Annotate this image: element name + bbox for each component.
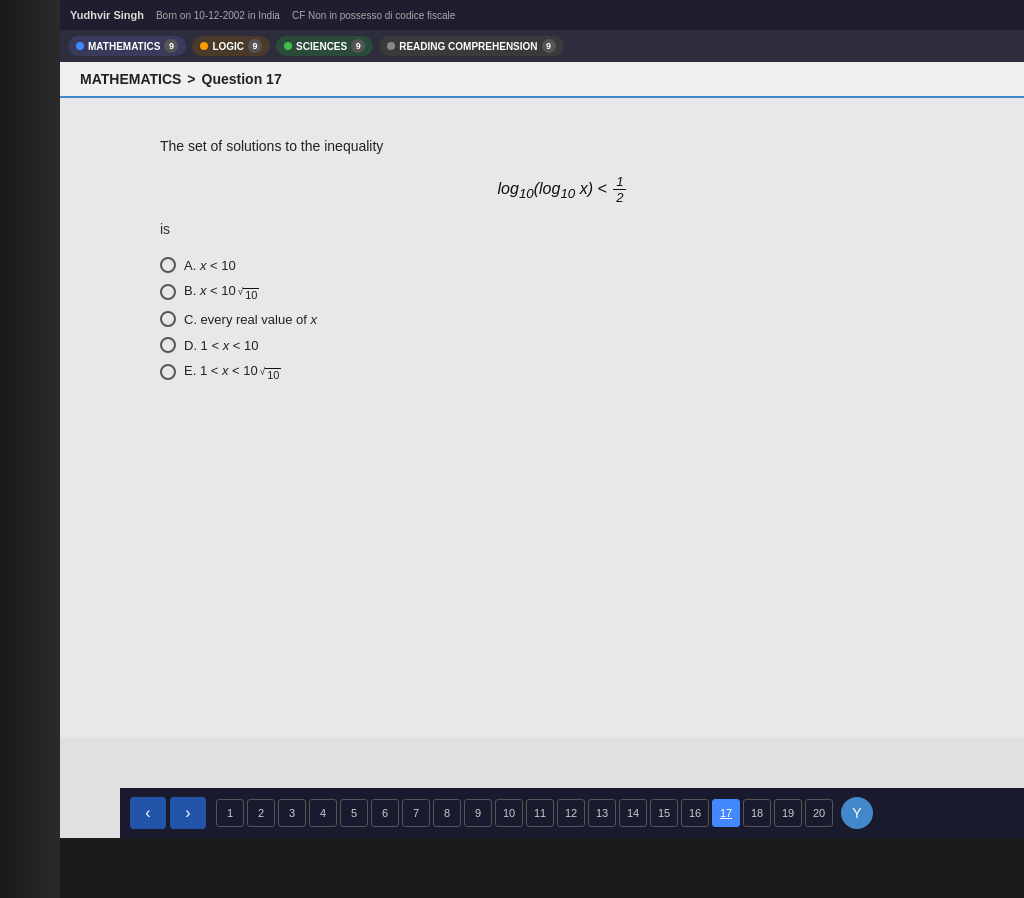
option-b[interactable]: B. x < 10√10 xyxy=(160,283,964,301)
page-btn-7[interactable]: 7 xyxy=(402,799,430,827)
page-btn-15[interactable]: 15 xyxy=(650,799,678,827)
left-bezel xyxy=(0,0,60,898)
option-c[interactable]: C. every real value of x xyxy=(160,311,964,327)
page-btn-11[interactable]: 11 xyxy=(526,799,554,827)
page-btn-1[interactable]: 1 xyxy=(216,799,244,827)
tab-mathematics[interactable]: MATHEMATICS 9 xyxy=(68,36,186,56)
tab-sciences[interactable]: SCIENCES 9 xyxy=(276,36,373,56)
screen: Yudhvir Singh Born on 10-12-2002 in Indi… xyxy=(60,0,1024,838)
top-bar: Yudhvir Singh Born on 10-12-2002 in Indi… xyxy=(60,0,1024,30)
sciences-badge: 9 xyxy=(351,39,365,53)
page-btn-20[interactable]: 20 xyxy=(805,799,833,827)
next-button[interactable]: › xyxy=(170,797,206,829)
sciences-dot xyxy=(284,42,292,50)
main-content: The set of solutions to the inequality l… xyxy=(60,98,1024,738)
page-btn-4[interactable]: 4 xyxy=(309,799,337,827)
radio-c[interactable] xyxy=(160,311,176,327)
user-name: Yudhvir Singh xyxy=(70,9,144,21)
breadcrumb-separator: > xyxy=(187,71,195,87)
page-btn-2[interactable]: 2 xyxy=(247,799,275,827)
cf-info: CF Non in possesso di codice fiscale xyxy=(292,10,455,21)
breadcrumb-page: Question 17 xyxy=(202,71,282,87)
page-btn-9[interactable]: 9 xyxy=(464,799,492,827)
page-btn-18[interactable]: 18 xyxy=(743,799,771,827)
radio-e[interactable] xyxy=(160,364,176,380)
tab-reading[interactable]: READING COMPREHENSION 9 xyxy=(379,36,563,56)
radio-d[interactable] xyxy=(160,337,176,353)
option-c-label: C. every real value of x xyxy=(184,312,317,327)
tab-logic-label: LOGIC xyxy=(212,41,244,52)
bottom-nav: ‹ › 1234567891011121314151617181920 Y xyxy=(120,788,1024,838)
avatar: Y xyxy=(841,797,873,829)
question-intro: The set of solutions to the inequality xyxy=(160,138,964,154)
fraction-half: 1 2 xyxy=(613,174,626,205)
page-btn-17[interactable]: 17 xyxy=(712,799,740,827)
reading-badge: 9 xyxy=(542,39,556,53)
breadcrumb-bar: MATHEMATICS > Question 17 xyxy=(60,62,1024,98)
logic-badge: 9 xyxy=(248,39,262,53)
tabs-bar: MATHEMATICS 9 LOGIC 9 SCIENCES 9 READING… xyxy=(60,30,1024,62)
option-e-label: E. 1 < x < 10√10 xyxy=(184,363,283,381)
prev-button[interactable]: ‹ xyxy=(130,797,166,829)
math-badge: 9 xyxy=(164,39,178,53)
page-btn-3[interactable]: 3 xyxy=(278,799,306,827)
breadcrumb-subject: MATHEMATICS xyxy=(80,71,181,87)
math-dot xyxy=(76,42,84,50)
logic-dot xyxy=(200,42,208,50)
tab-logic[interactable]: LOGIC 9 xyxy=(192,36,270,56)
radio-a[interactable] xyxy=(160,257,176,273)
tab-mathematics-label: MATHEMATICS xyxy=(88,41,160,52)
options-list: A. x < 10 B. x < 10√10 C. every real val… xyxy=(160,257,964,381)
page-buttons: 1234567891011121314151617181920 xyxy=(216,799,833,827)
math-expression: log10(log10 x) < 1 2 xyxy=(160,174,964,205)
page-btn-13[interactable]: 13 xyxy=(588,799,616,827)
bottom-bezel xyxy=(60,838,1024,898)
tab-reading-label: READING COMPREHENSION xyxy=(399,41,537,52)
option-e[interactable]: E. 1 < x < 10√10 xyxy=(160,363,964,381)
page-btn-12[interactable]: 12 xyxy=(557,799,585,827)
radio-b[interactable] xyxy=(160,284,176,300)
option-d[interactable]: D. 1 < x < 10 xyxy=(160,337,964,353)
page-btn-5[interactable]: 5 xyxy=(340,799,368,827)
option-d-label: D. 1 < x < 10 xyxy=(184,338,258,353)
option-a-label: A. x < 10 xyxy=(184,258,236,273)
page-btn-10[interactable]: 10 xyxy=(495,799,523,827)
born-info: Born on 10-12-2002 in India xyxy=(156,10,280,21)
option-a[interactable]: A. x < 10 xyxy=(160,257,964,273)
tab-sciences-label: SCIENCES xyxy=(296,41,347,52)
option-b-label: B. x < 10√10 xyxy=(184,283,261,301)
page-btn-16[interactable]: 16 xyxy=(681,799,709,827)
page-btn-14[interactable]: 14 xyxy=(619,799,647,827)
is-label: is xyxy=(160,221,964,237)
page-btn-6[interactable]: 6 xyxy=(371,799,399,827)
reading-dot xyxy=(387,42,395,50)
page-btn-8[interactable]: 8 xyxy=(433,799,461,827)
content-wrapper: The set of solutions to the inequality l… xyxy=(60,98,1024,838)
page-btn-19[interactable]: 19 xyxy=(774,799,802,827)
